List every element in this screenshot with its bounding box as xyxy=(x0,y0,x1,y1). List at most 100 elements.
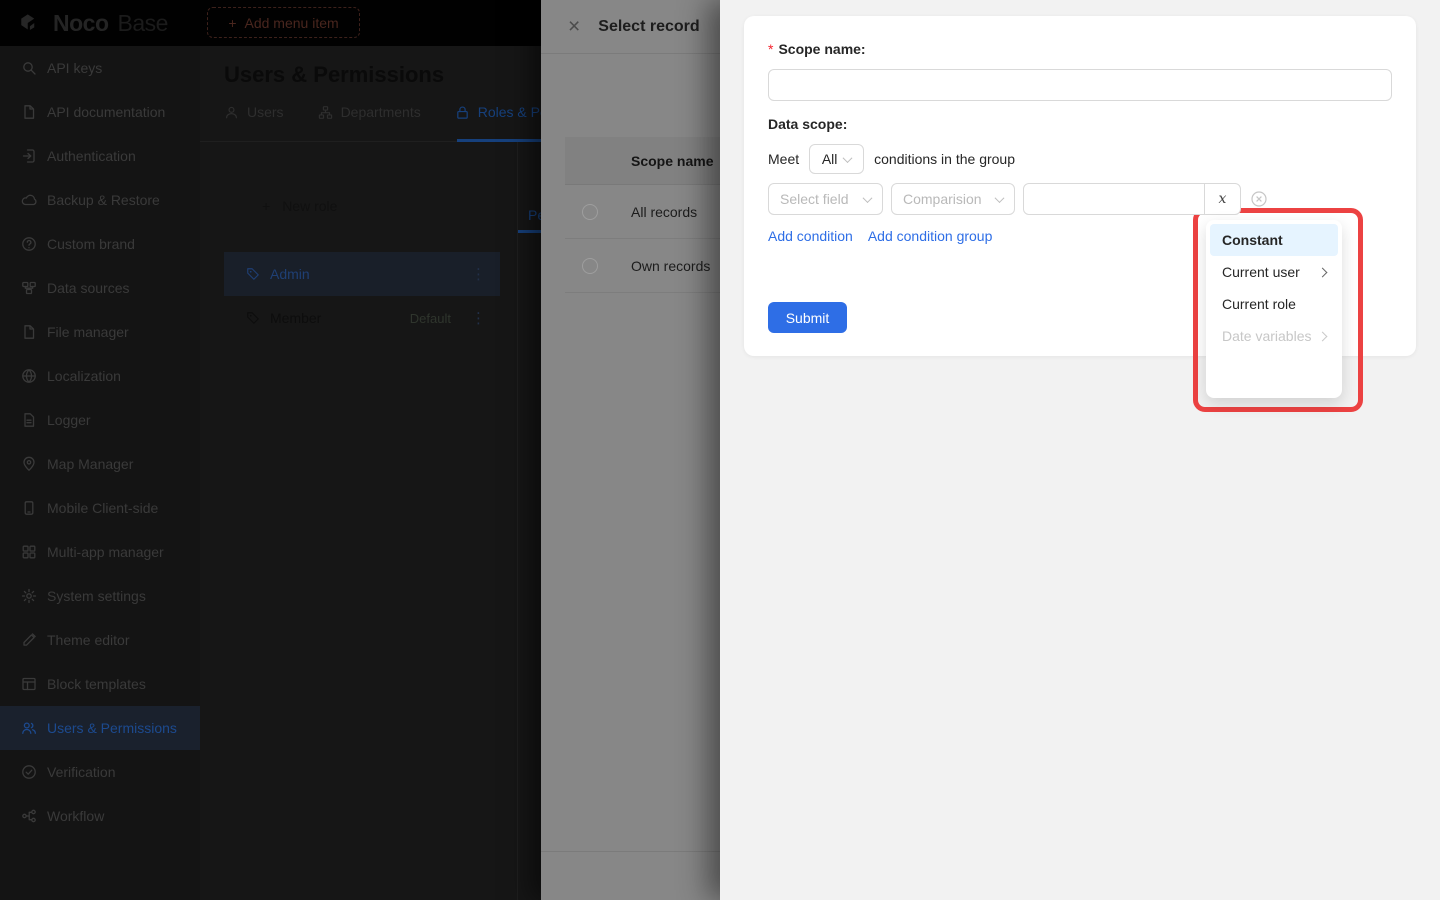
radio-icon[interactable] xyxy=(582,258,598,274)
sidebar-item-label: API documentation xyxy=(47,104,165,120)
logo-text-primary: Noco xyxy=(53,10,109,37)
sidebar-item-backup-restore[interactable]: Backup & Restore xyxy=(0,178,200,222)
add-condition-group-link[interactable]: Add condition group xyxy=(868,228,993,244)
nocobase-logo: Noco Base xyxy=(18,10,168,37)
login-icon xyxy=(21,148,37,164)
plus-icon: + xyxy=(262,198,270,214)
scope-name-input[interactable] xyxy=(768,69,1392,101)
menu-item-label: Current user xyxy=(1222,264,1300,280)
submit-button[interactable]: Submit xyxy=(768,302,847,333)
sidebar-item-logger[interactable]: Logger xyxy=(0,398,200,442)
check-circle-icon xyxy=(21,764,37,780)
sidebar-item-label: Block templates xyxy=(47,676,146,692)
menu-item-constant[interactable]: Constant xyxy=(1210,224,1338,256)
paint-icon xyxy=(21,632,37,648)
data-scope-label: Data scope: xyxy=(768,116,847,132)
scope-table-row[interactable]: All records xyxy=(565,185,720,239)
sidebar-item-data-sources[interactable]: Data sources xyxy=(0,266,200,310)
default-badge: Default xyxy=(410,311,451,326)
role-row-member[interactable]: MemberDefault⋮ xyxy=(224,296,500,340)
sidebar-item-mobile-client-side[interactable]: Mobile Client-side xyxy=(0,486,200,530)
sidebar-item-custom-brand[interactable]: Custom brand xyxy=(0,222,200,266)
condition-row: Select field Comparision x xyxy=(768,183,1267,215)
remove-condition-icon[interactable] xyxy=(1251,191,1267,207)
sidebar-item-label: Theme editor xyxy=(47,632,129,648)
menu-item-label: Constant xyxy=(1222,232,1283,248)
menu-item-label: Current role xyxy=(1222,296,1296,312)
lock-icon xyxy=(455,105,470,120)
sidebar-item-label: Custom brand xyxy=(47,236,135,252)
operator-select[interactable]: Comparision xyxy=(891,183,1015,215)
variable-picker-button[interactable]: x xyxy=(1204,184,1240,214)
meet-label: Meet xyxy=(768,151,799,167)
sidebar-item-system-settings[interactable]: System settings xyxy=(0,574,200,618)
field-select[interactable]: Select field xyxy=(768,183,883,215)
drawer-header: × Select record xyxy=(541,0,720,54)
sidebar-item-block-templates[interactable]: Block templates xyxy=(0,662,200,706)
sidebar-item-label: Map Manager xyxy=(47,456,133,472)
new-role-button[interactable]: + New role xyxy=(262,198,337,214)
sidebar-item-localization[interactable]: Localization xyxy=(0,354,200,398)
sidebar-item-multi-app-manager[interactable]: Multi-app manager xyxy=(0,530,200,574)
menu-item-date-variables: Date variables xyxy=(1210,320,1338,352)
sidebar-item-verification[interactable]: Verification xyxy=(0,750,200,794)
map-pin-icon xyxy=(21,456,37,472)
sidebar-item-label: System settings xyxy=(47,588,146,604)
scope-name-cell: Own records xyxy=(631,258,710,274)
role-row-admin[interactable]: Admin⋮ xyxy=(224,252,500,296)
page-title: Users & Permissions xyxy=(224,62,444,88)
user-icon xyxy=(224,105,239,120)
scope-form-drawer: *Scope name: Data scope: Meet All condit… xyxy=(720,0,1440,900)
tab-users[interactable]: Users xyxy=(224,104,284,134)
variable-dropdown-menu: Constant Current user Current role Date var… xyxy=(1206,220,1342,398)
sidebar-item-label: Multi-app manager xyxy=(47,544,164,560)
role-menu-icon[interactable]: ⋮ xyxy=(471,309,486,327)
sidebar-item-authentication[interactable]: Authentication xyxy=(0,134,200,178)
chevron-down-icon xyxy=(843,153,853,163)
scope-table: Scope name All recordsOwn records xyxy=(565,137,720,293)
add-condition-link[interactable]: Add condition xyxy=(768,228,853,244)
scope-name-cell: All records xyxy=(631,204,697,220)
sidebar-item-theme-editor[interactable]: Theme editor xyxy=(0,618,200,662)
sidebar-item-users-permissions[interactable]: Users & Permissions xyxy=(0,706,200,750)
sidebar-item-map-manager[interactable]: Map Manager xyxy=(0,442,200,486)
menu-item-current-role[interactable]: Current role xyxy=(1210,288,1338,320)
sidebar-item-label: Users & Permissions xyxy=(47,720,177,736)
sidebar-item-workflow[interactable]: Workflow xyxy=(0,794,200,838)
meet-all-select[interactable]: All xyxy=(809,144,864,174)
menu-item-current-user[interactable]: Current user xyxy=(1210,256,1338,288)
tab-departments[interactable]: Departments xyxy=(318,104,421,134)
tab-label: Departments xyxy=(341,104,421,120)
close-icon[interactable]: × xyxy=(568,16,580,37)
chevron-right-icon xyxy=(1318,267,1328,277)
search-icon xyxy=(21,60,37,76)
sidebar-item-file-manager[interactable]: File manager xyxy=(0,310,200,354)
plus-icon: + xyxy=(228,15,236,31)
select-record-drawer: × Select record Scope name All recordsOw… xyxy=(541,0,720,900)
datasource-icon xyxy=(21,280,37,296)
condition-value-input[interactable] xyxy=(1024,184,1204,214)
conditions-suffix-label: conditions in the group xyxy=(874,151,1015,167)
question-circle-icon xyxy=(21,236,37,252)
tab-label: Users xyxy=(247,104,284,120)
radio-icon[interactable] xyxy=(582,204,598,220)
workflow-icon xyxy=(21,808,37,824)
screen: Noco Base + Add menu item API keys API do… xyxy=(0,0,1440,900)
sidebar-item-label: Workflow xyxy=(47,808,104,824)
role-menu-icon[interactable]: ⋮ xyxy=(471,265,486,283)
sidebar-item-label: API keys xyxy=(47,60,102,76)
grid-icon xyxy=(21,544,37,560)
file-icon xyxy=(21,324,37,340)
tag-icon xyxy=(246,267,260,281)
menu-item-label: Date variables xyxy=(1222,328,1312,344)
cloud-icon xyxy=(21,192,37,208)
tag-icon xyxy=(246,311,260,325)
scope-table-row[interactable]: Own records xyxy=(565,239,720,293)
roles-panel-divider xyxy=(517,142,518,900)
sidebar-item-label: Logger xyxy=(47,412,91,428)
chevron-right-icon xyxy=(1318,331,1328,341)
sidebar-item-api-keys[interactable]: API keys xyxy=(0,46,200,90)
sidebar-item-label: Mobile Client-side xyxy=(47,500,158,516)
add-menu-item-button[interactable]: + Add menu item xyxy=(207,7,360,38)
sidebar-item-api-documentation[interactable]: API documentation xyxy=(0,90,200,134)
